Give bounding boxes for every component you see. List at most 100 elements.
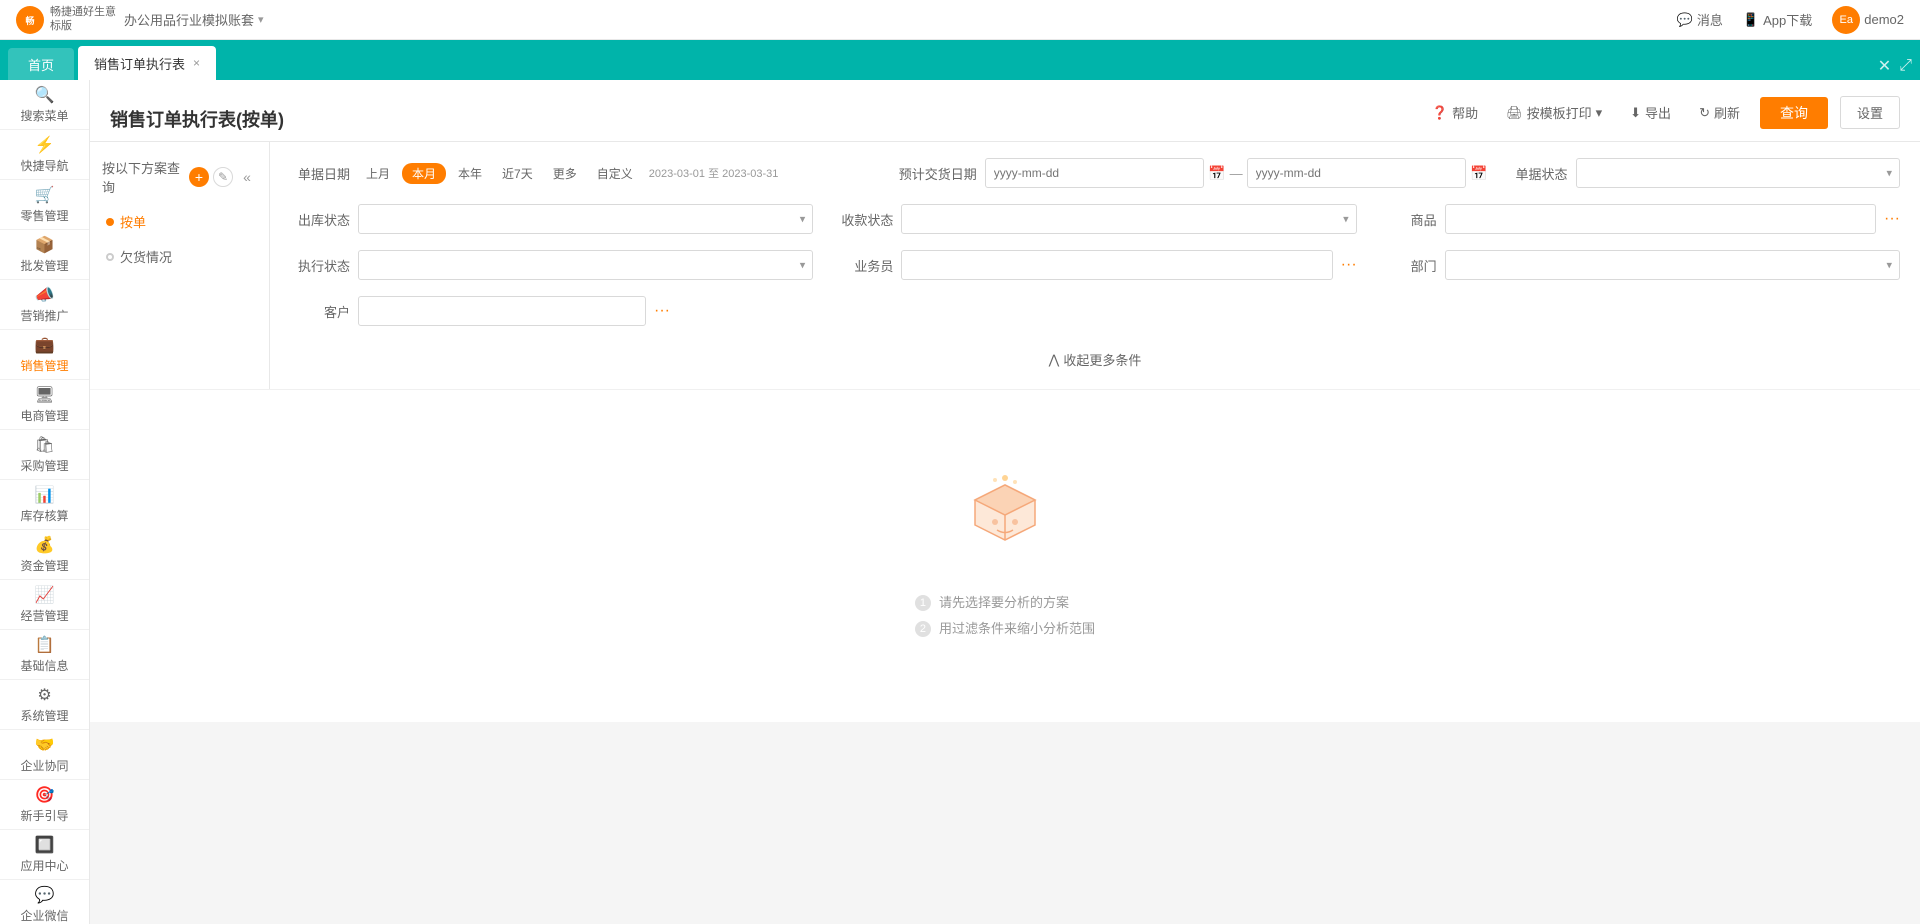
refresh-icon: ↻ xyxy=(1699,105,1710,121)
logo-icon: 畅 xyxy=(16,6,44,34)
tip-item-2: 2 用过滤条件来缩小分析范围 xyxy=(915,616,1095,642)
period-this-year[interactable]: 本年 xyxy=(450,163,490,184)
goods-input[interactable] xyxy=(1445,204,1876,234)
collapse-up-icon: ⋀ xyxy=(1049,352,1060,368)
operations-icon: 📈 xyxy=(35,585,55,605)
sidebar-item-basic[interactable]: 📋 基础信息 xyxy=(0,630,89,680)
page-title: 销售订单执行表(按单) xyxy=(110,106,284,132)
dept-select[interactable] xyxy=(1445,250,1900,280)
order-status-label: 单据状态 xyxy=(1508,164,1568,183)
filter-row-1: 单据日期 上月 本月 本年 近7天 更多 自定义 2023-03-01 至 20… xyxy=(290,158,1900,188)
sidebar-item-shortcuts[interactable]: ⚡ 快捷导航 xyxy=(0,130,89,180)
ecommerce-icon: 🖥 xyxy=(34,385,54,405)
sidebar-item-guide[interactable]: 🎯 新手引导 xyxy=(0,780,89,830)
expected-date-start[interactable] xyxy=(985,158,1204,188)
system-icon: ⚙ xyxy=(37,685,51,705)
query-button[interactable]: 查询 xyxy=(1760,97,1828,129)
weixin-icon: 💬 xyxy=(35,885,55,905)
period-last-month[interactable]: 上月 xyxy=(358,163,398,184)
sidebar-item-wholesale[interactable]: 📦 批发管理 xyxy=(0,230,89,280)
dept-select-wrap: ▾ xyxy=(1445,250,1900,280)
user-menu[interactable]: Ea demo2 xyxy=(1832,6,1904,34)
collapse-more-button[interactable]: ⋀ 收起更多条件 xyxy=(290,342,1900,373)
sidebar-item-inventory[interactable]: 📊 库存核算 xyxy=(0,480,89,530)
receipt-status-label: 收款状态 xyxy=(833,210,893,229)
marketing-icon: 📣 xyxy=(35,285,55,305)
period-more[interactable]: 更多 xyxy=(545,163,585,184)
sidebar-item-apps[interactable]: 🔲 应用中心 xyxy=(0,830,89,880)
period-7days[interactable]: 近7天 xyxy=(494,163,541,184)
salesman-ellipsis-button[interactable]: ··· xyxy=(1341,256,1357,274)
filter-row-2: 出库状态 ▾ 收款状态 ▾ xyxy=(290,204,1900,234)
print-dropdown-icon: ▾ xyxy=(1596,105,1603,121)
exec-status-select-wrap: ▾ xyxy=(358,250,813,280)
sidebar-item-system[interactable]: ⚙ 系统管理 xyxy=(0,680,89,730)
date-range-expected: 📅 — 📅 xyxy=(985,158,1488,188)
sidebar-item-collab[interactable]: 🤝 企业协同 xyxy=(0,730,89,780)
sidebar-item-sales[interactable]: 💼 销售管理 xyxy=(0,330,89,380)
calendar-start-icon[interactable]: 📅 xyxy=(1208,165,1225,182)
receipt-status-select[interactable] xyxy=(901,204,1356,234)
logo-text: 畅捷通好生意 标版 xyxy=(50,6,116,32)
sidebar-item-operations[interactable]: 📈 经营管理 xyxy=(0,580,89,630)
filter-row-4: 客户 ··· xyxy=(290,296,1900,326)
settings-button[interactable]: 设置 xyxy=(1840,96,1900,129)
sidebar: 🔍 搜索菜单 ⚡ 快捷导航 🛒 零售管理 📦 批发管理 📣 营销推广 💼 销售管… xyxy=(0,80,90,924)
filter-receipt-status: 收款状态 ▾ xyxy=(833,204,1356,234)
order-status-select[interactable] xyxy=(1576,158,1901,188)
sidebar-item-finance[interactable]: 💰 资金管理 xyxy=(0,530,89,580)
period-custom[interactable]: 自定义 xyxy=(589,163,641,184)
wholesale-icon: 📦 xyxy=(35,235,55,255)
print-button[interactable]: 🖨 按模板打印 ▾ xyxy=(1498,99,1610,126)
customer-input[interactable] xyxy=(358,296,646,326)
sidebar-item-marketing[interactable]: 📣 营销推广 xyxy=(0,280,89,330)
refresh-button[interactable]: ↻ 刷新 xyxy=(1691,99,1748,126)
salesman-input[interactable] xyxy=(901,250,1332,280)
tab-close-icon[interactable]: × xyxy=(193,56,200,70)
basic-icon: 📋 xyxy=(35,635,55,655)
tip-item-1: 1 请先选择要分析的方案 xyxy=(915,590,1095,616)
expected-date-end[interactable] xyxy=(1247,158,1466,188)
tab-home[interactable]: 首页 xyxy=(8,48,74,80)
customer-ellipsis-button[interactable]: ··· xyxy=(654,302,670,320)
receipt-status-select-wrap: ▾ xyxy=(901,204,1356,234)
goods-ellipsis-button[interactable]: ··· xyxy=(1884,210,1900,228)
period-tabs: 上月 本月 本年 近7天 更多 自定义 2023-03-01 至 2023-03… xyxy=(358,163,879,184)
message-button[interactable]: 💬 消息 xyxy=(1677,10,1723,29)
help-button[interactable]: ❓ 帮助 xyxy=(1424,99,1486,126)
exec-status-select[interactable] xyxy=(358,250,813,280)
period-this-month[interactable]: 本月 xyxy=(402,163,446,184)
out-status-select-wrap: ▾ xyxy=(358,204,813,234)
calendar-end-icon[interactable]: 📅 xyxy=(1470,165,1487,182)
tab-maximize-icon[interactable]: ⤢ xyxy=(1899,57,1912,75)
out-status-select[interactable] xyxy=(358,204,813,234)
nav-title[interactable]: 办公用品行业模拟账套 ▾ xyxy=(116,10,1677,29)
active-dot xyxy=(106,218,114,226)
plan-item-order[interactable]: 按单 xyxy=(90,204,269,239)
tab-bar: 首页 销售订单执行表 × ✕ ⤢ xyxy=(0,40,1920,80)
sidebar-item-purchase[interactable]: 🛍 采购管理 xyxy=(0,430,89,480)
tab-close-window-icon[interactable]: ✕ xyxy=(1878,56,1891,76)
sidebar-item-retail[interactable]: 🛒 零售管理 xyxy=(0,180,89,230)
search-menu-icon: 🔍 xyxy=(35,85,55,105)
expected-date-label: 预计交货日期 xyxy=(899,164,977,183)
tab-active[interactable]: 销售订单执行表 × xyxy=(78,46,216,80)
out-status-label: 出库状态 xyxy=(290,210,350,229)
filter-customer: 客户 ··· xyxy=(290,296,670,326)
page-header-actions: ❓ 帮助 🖨 按模板打印 ▾ ⬇ 导出 ↻ 刷新 查询 设置 xyxy=(1424,96,1900,141)
app-download-button[interactable]: 📱 App下载 xyxy=(1743,10,1812,29)
plan-item-backorder[interactable]: 欠货情况 xyxy=(90,239,269,274)
empty-state: 1 请先选择要分析的方案 2 用过滤条件来缩小分析范围 xyxy=(90,390,1920,722)
filter-right: 单据日期 上月 本月 本年 近7天 更多 自定义 2023-03-01 至 20… xyxy=(270,142,1920,389)
inventory-icon: 📊 xyxy=(35,485,55,505)
avatar: Ea xyxy=(1832,6,1860,34)
edit-plan-button[interactable]: ✎ xyxy=(213,167,233,187)
collapse-left-button[interactable]: « xyxy=(237,167,257,187)
add-plan-button[interactable]: + xyxy=(189,167,209,187)
export-button[interactable]: ⬇ 导出 xyxy=(1622,99,1679,126)
filter-goods: 商品 ··· xyxy=(1377,204,1900,234)
sidebar-item-search[interactable]: 🔍 搜索菜单 xyxy=(0,80,89,130)
sidebar-item-weixin[interactable]: 💬 企业微信 xyxy=(0,880,89,924)
sidebar-item-ecommerce[interactable]: 🖥 电商管理 xyxy=(0,380,89,430)
shortcuts-icon: ⚡ xyxy=(35,135,55,155)
